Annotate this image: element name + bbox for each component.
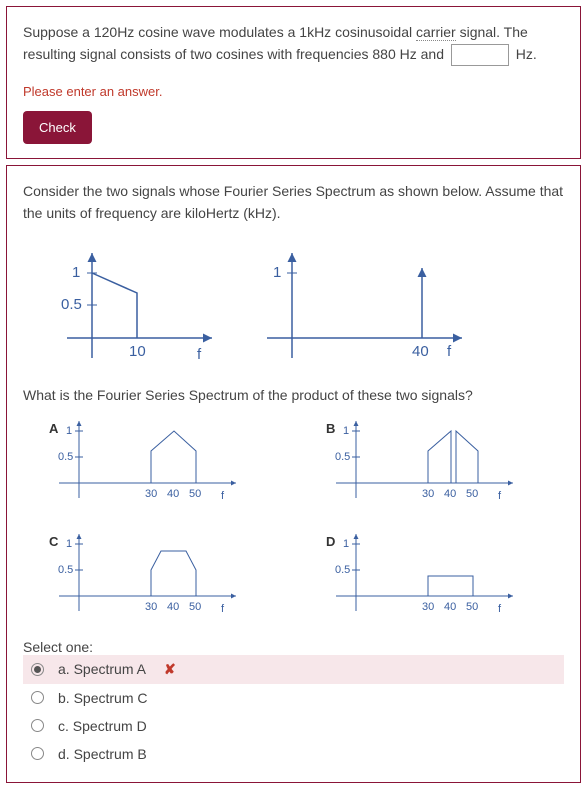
q2-mid-question: What is the Fourier Series Spectrum of t… — [23, 387, 564, 403]
radio-a[interactable] — [31, 663, 44, 676]
svg-text:40: 40 — [167, 488, 179, 500]
svg-text:f: f — [498, 603, 502, 615]
question-1-card: Suppose a 120Hz cosine wave modulates a … — [6, 6, 581, 159]
svg-text:f: f — [498, 490, 502, 502]
svg-text:f: f — [221, 490, 225, 502]
svg-text:50: 50 — [189, 601, 201, 613]
q2-intro: Consider the two signals whose Fourier S… — [23, 180, 564, 225]
wrong-icon: ✘ — [164, 661, 176, 678]
svg-text:0.5: 0.5 — [61, 296, 82, 313]
answer-input[interactable] — [451, 44, 509, 66]
svg-text:0.5: 0.5 — [335, 564, 350, 576]
radio-b[interactable] — [31, 691, 44, 704]
svg-text:40: 40 — [444, 601, 456, 613]
svg-text:0.5: 0.5 — [58, 451, 73, 463]
input-plots-row: 1 0.5 10 f 1 40 f — [47, 243, 564, 373]
radio-d[interactable] — [31, 747, 44, 760]
svg-text:1: 1 — [343, 538, 349, 550]
svg-text:30: 30 — [422, 601, 434, 613]
option-c-label: c. Spectrum D — [58, 718, 147, 734]
option-plot-B: B 1 0.5 30 40 50 f — [318, 413, 528, 508]
svg-text:f: f — [221, 603, 225, 615]
q1-suffix: Hz. — [512, 46, 537, 62]
svg-text:30: 30 — [145, 601, 157, 613]
q1-dotted-word: carrier — [416, 24, 456, 41]
svg-text:1: 1 — [66, 538, 72, 550]
option-plot-D: D 1 0.5 30 40 50 f — [318, 526, 528, 621]
svg-text:0.5: 0.5 — [335, 451, 350, 463]
error-message: Please enter an answer. — [23, 84, 564, 99]
option-plot-A: A 1 0.5 30 40 50 f — [41, 413, 251, 508]
svg-text:30: 30 — [422, 488, 434, 500]
options-grid: A 1 0.5 30 40 50 f B 1 0.5 30 40 50 f — [41, 413, 564, 621]
q1-prefix: Suppose a 120Hz cosine wave modulates a … — [23, 24, 416, 40]
option-c-row[interactable]: c. Spectrum D — [23, 712, 564, 740]
svg-text:1: 1 — [72, 264, 80, 281]
svg-text:50: 50 — [466, 488, 478, 500]
select-one-label: Select one: — [23, 639, 564, 655]
q1-text: Suppose a 120Hz cosine wave modulates a … — [23, 21, 564, 66]
svg-text:40: 40 — [412, 343, 429, 360]
svg-text:50: 50 — [189, 488, 201, 500]
input-spectrum-2: 1 40 f — [257, 243, 477, 373]
svg-text:C: C — [49, 534, 59, 549]
option-a-row[interactable]: a. Spectrum A ✘ — [23, 655, 564, 684]
radio-c[interactable] — [31, 719, 44, 732]
svg-text:f: f — [447, 343, 452, 360]
svg-text:40: 40 — [444, 488, 456, 500]
option-d-row[interactable]: d. Spectrum B — [23, 740, 564, 768]
check-button[interactable]: Check — [23, 111, 92, 144]
svg-text:40: 40 — [167, 601, 179, 613]
svg-text:f: f — [197, 346, 202, 363]
svg-text:B: B — [326, 421, 335, 436]
svg-text:1: 1 — [66, 425, 72, 437]
option-plot-C: C 1 0.5 30 40 50 f — [41, 526, 251, 621]
option-d-label: d. Spectrum B — [58, 746, 147, 762]
svg-text:1: 1 — [273, 264, 281, 281]
question-2-card: Consider the two signals whose Fourier S… — [6, 165, 581, 783]
option-a-label: a. Spectrum A — [58, 661, 146, 677]
svg-text:10: 10 — [129, 343, 146, 360]
option-b-row[interactable]: b. Spectrum C — [23, 684, 564, 712]
option-b-label: b. Spectrum C — [58, 690, 147, 706]
svg-text:30: 30 — [145, 488, 157, 500]
svg-text:A: A — [49, 421, 59, 436]
svg-text:1: 1 — [343, 425, 349, 437]
input-spectrum-1: 1 0.5 10 f — [47, 243, 227, 373]
svg-text:D: D — [326, 534, 335, 549]
svg-text:50: 50 — [466, 601, 478, 613]
svg-text:0.5: 0.5 — [58, 564, 73, 576]
